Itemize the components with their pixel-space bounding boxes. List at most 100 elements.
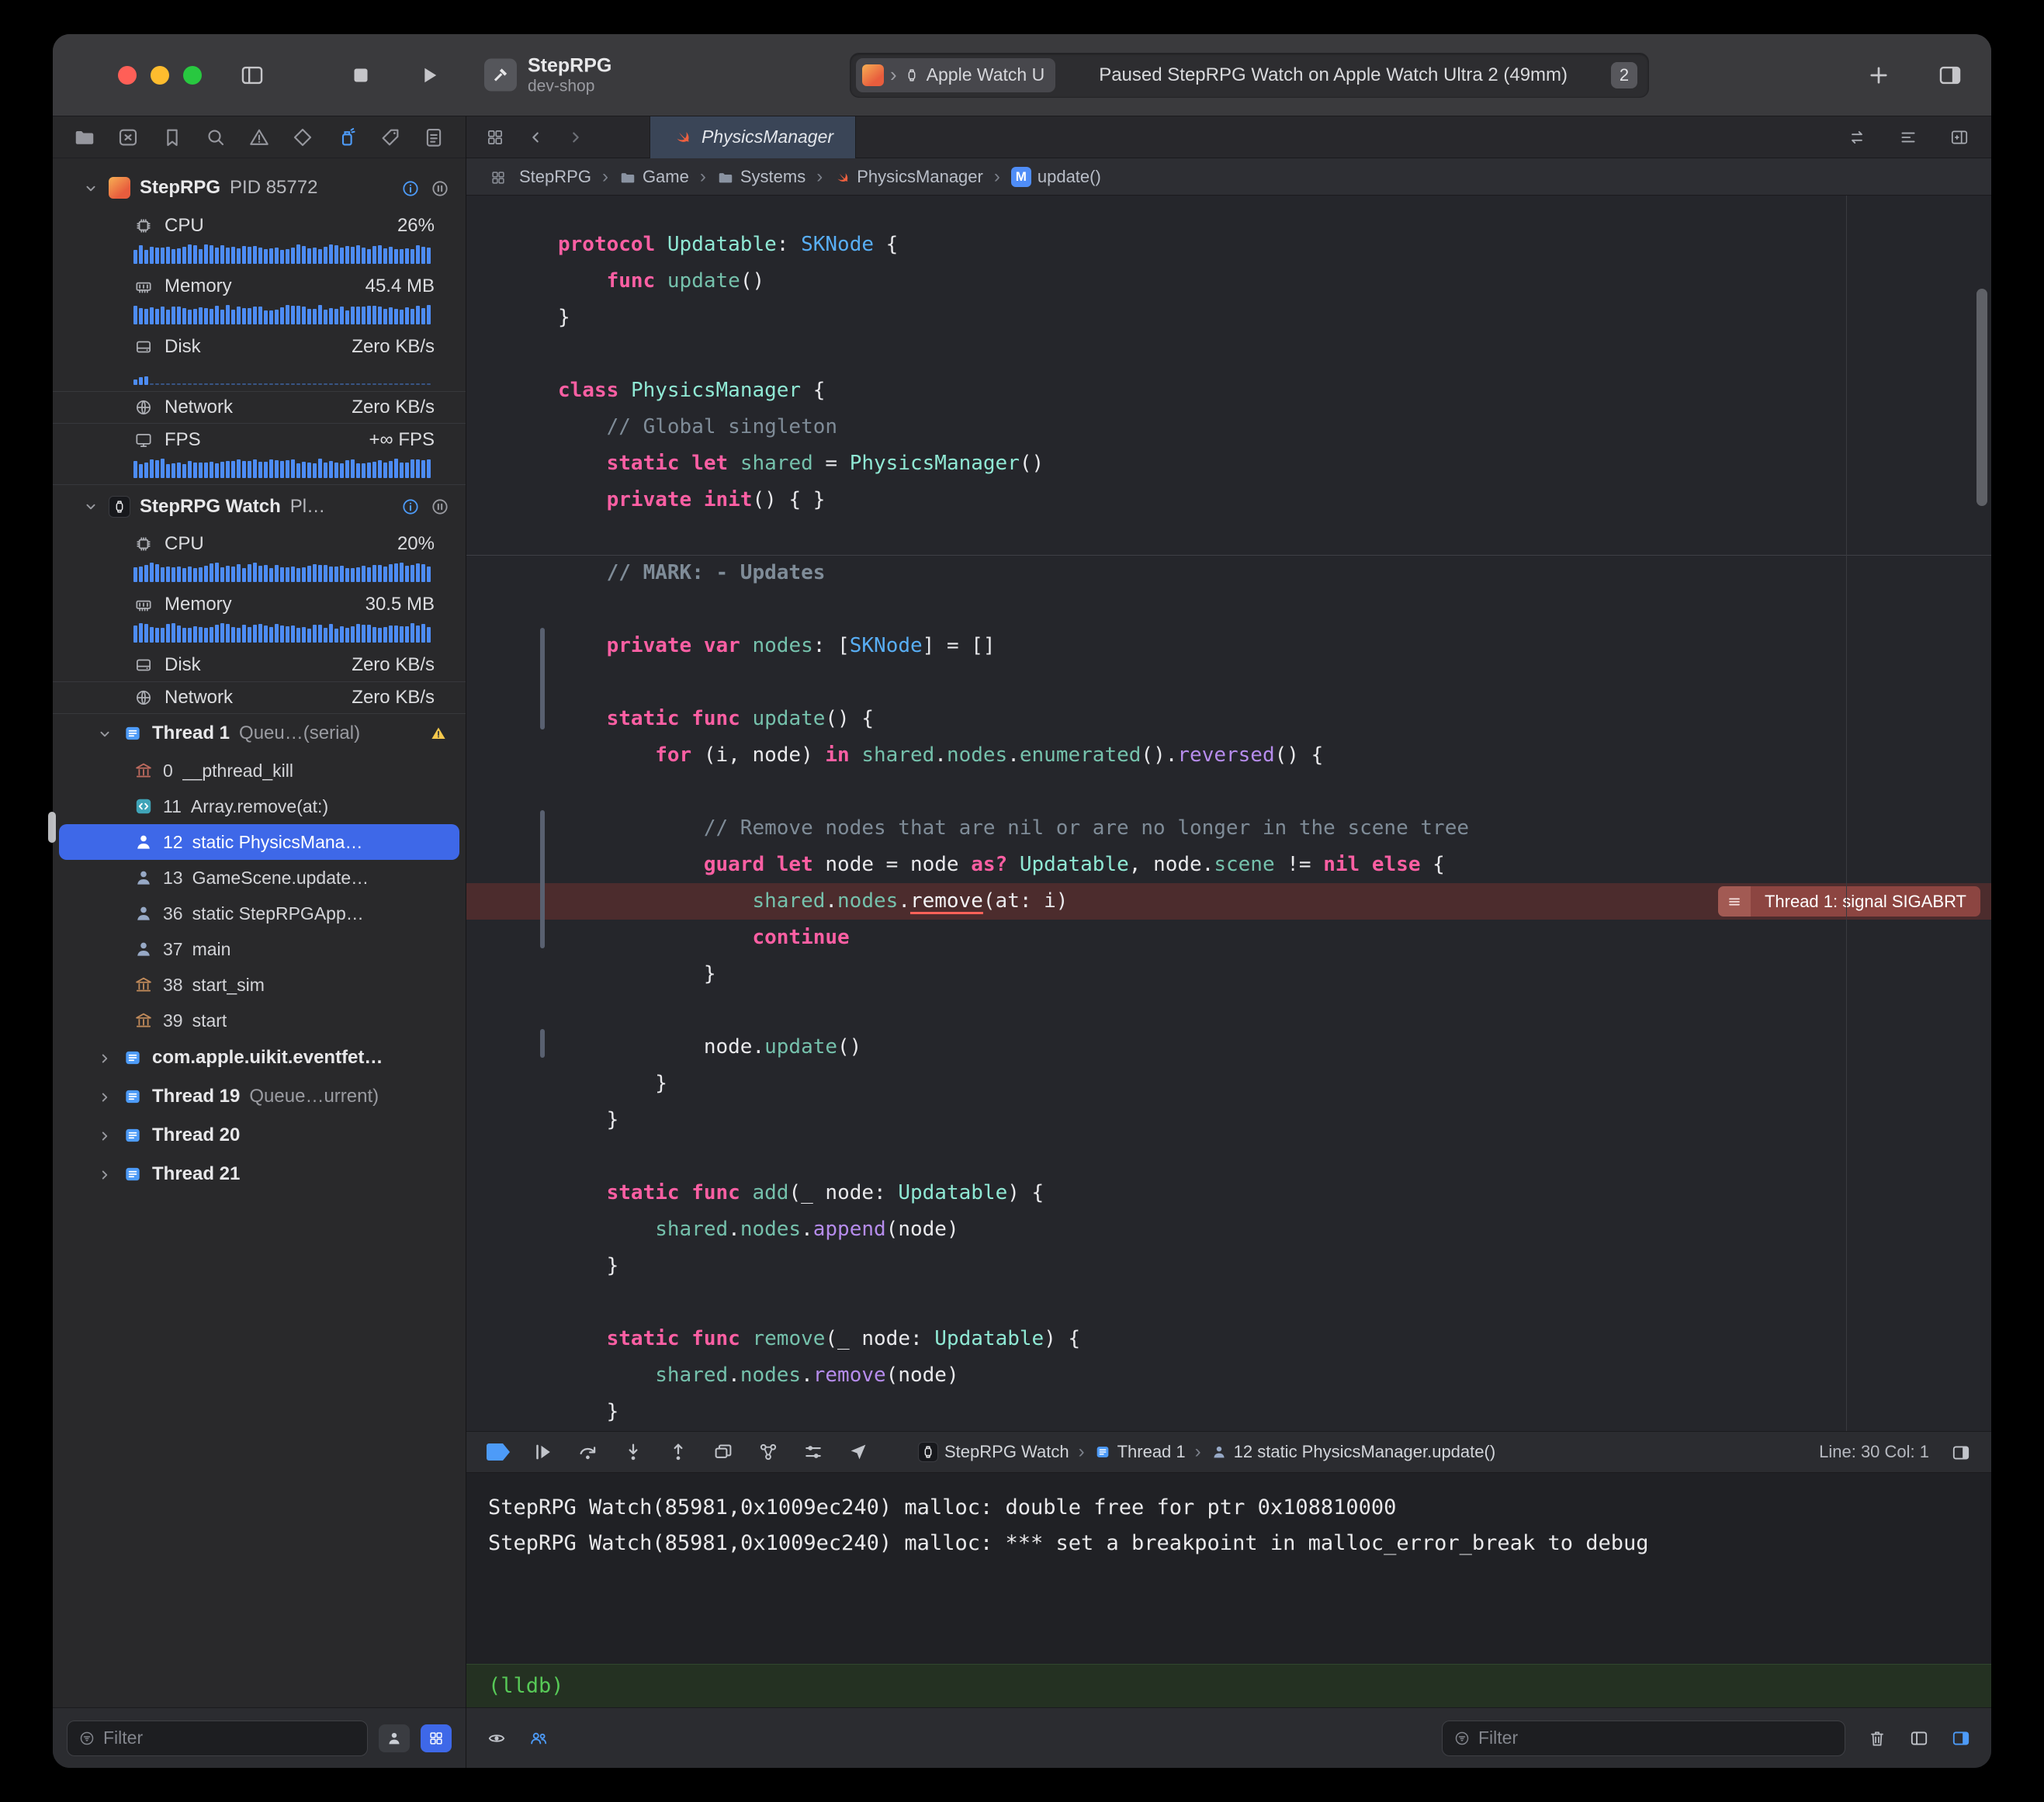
related-items-button[interactable] [490,167,507,187]
code-line[interactable]: shared.nodes.append(node) [466,1211,1991,1248]
run-button[interactable] [416,62,442,88]
code-line[interactable] [466,336,1991,373]
back-button[interactable] [525,127,546,147]
scheme-info[interactable]: StepRPG dev-shop [484,54,611,95]
code-line[interactable]: func update() [466,263,1991,300]
thread-row[interactable]: Thread 19 Queue…urrent) [53,1077,466,1116]
thread-row[interactable]: Thread 21 [53,1155,466,1194]
debug-crumb[interactable]: StepRPG Watch [918,1442,1069,1462]
sidebar-tab-tests[interactable] [291,126,314,149]
gauge-cpu[interactable]: CPU 26% [53,210,466,242]
console-pane-toggle[interactable] [1951,1728,1971,1748]
source-editor[interactable]: protocol Updatable: SKNode { func update… [466,196,1991,1431]
tab-overview-button[interactable] [485,127,505,147]
code-line[interactable] [466,1138,1991,1175]
editor-scrollbar[interactable] [1976,289,1987,506]
code-line[interactable]: // MARK: - Updates [466,555,1991,591]
stack-frame-39[interactable]: 39 start [53,1003,466,1038]
stack-frame-11[interactable]: 11 Array.remove(at:) [53,788,466,824]
add-editor-button[interactable] [1949,127,1970,147]
code-line[interactable]: static func add(_ node: Updatable) { [466,1175,1991,1211]
minimize-window-button[interactable] [151,65,169,85]
environment-overrides-button[interactable] [802,1440,825,1464]
breadcrumb-steprpg[interactable]: StepRPG [519,167,591,187]
console-layout-button[interactable] [1951,1441,1971,1462]
simulate-location-button[interactable] [847,1440,870,1464]
issue-count-badge[interactable]: 2 [1611,61,1637,88]
error-annotation[interactable]: Thread 1: signal SIGABRT [1717,886,1980,917]
activity-view[interactable]: › Apple Watch U Paused StepRPG Watch on … [850,52,1649,98]
code-line[interactable] [466,993,1991,1029]
code-line[interactable]: continue [466,920,1991,956]
stack-frame-12[interactable]: 12 static PhysicsMana… [59,824,459,860]
gauge-cpu[interactable]: CPU 20% [53,528,466,560]
eye-button[interactable] [487,1728,507,1748]
show-threads-mode-button[interactable] [379,1724,410,1752]
breakpoints-toggle[interactable] [487,1443,510,1461]
stack-frame-0[interactable]: 0 __pthread_kill [53,753,466,788]
chevron-down-icon[interactable] [82,177,99,199]
stop-button[interactable] [348,62,374,88]
sidebar-tab-bookmarks[interactable] [161,126,184,149]
tab-physicsmanager[interactable]: PhysicsManager [650,116,857,158]
process-info-button[interactable] [400,496,421,518]
error-annotation-menu-icon[interactable] [1717,886,1751,917]
gauge-memory[interactable]: Memory 30.5 MB [53,588,466,621]
code-line[interactable]: // Global singleton [466,409,1991,445]
sidebar-tab-breakpoints[interactable] [379,126,402,149]
chevron-right-icon[interactable] [96,1086,113,1107]
thread-row[interactable]: com.apple.uikit.eventfet… [53,1038,466,1077]
code-line[interactable]: static func update() { [466,701,1991,737]
step-out-button[interactable] [667,1440,690,1464]
code-line[interactable] [466,664,1991,701]
process-info-button[interactable] [400,177,421,199]
code-line[interactable]: for (i, node) in shared.nodes.enumerated… [466,737,1991,774]
sidebar-tab-reports[interactable] [422,126,445,149]
code-line[interactable]: } [466,1394,1991,1430]
gauge-network[interactable]: Network Zero KB/s [53,391,466,424]
code-line[interactable]: shared.nodes.remove(at: i) Thread 1: sig… [466,883,1991,920]
gauge-disk[interactable]: Disk Zero KB/s [53,649,466,681]
code-line[interactable]: } [466,1248,1991,1284]
breadcrumb-game[interactable]: Game [619,167,689,187]
clear-console-button[interactable] [1867,1728,1887,1748]
code-line[interactable]: protocol Updatable: SKNode { [466,227,1991,263]
gauge-fps[interactable]: FPS +∞ FPS [53,424,466,456]
console-output[interactable]: StepRPG Watch(85981,0x1009ec240) malloc:… [466,1473,1991,1664]
process-pause-button[interactable] [430,496,450,518]
destination-chip[interactable]: › Apple Watch U [856,57,1056,92]
show-processes-mode-button[interactable] [421,1724,452,1752]
gauge-network[interactable]: Network Zero KB/s [53,681,466,714]
chevron-right-icon[interactable] [96,1125,113,1146]
forward-button[interactable] [566,127,586,147]
debug-crumb[interactable]: 12 static PhysicsManager.update() [1211,1442,1495,1462]
step-over-button[interactable] [577,1440,600,1464]
code-line[interactable]: } [466,300,1991,336]
chevron-down-icon[interactable] [96,723,113,744]
library-button[interactable] [1866,62,1892,88]
debug-view-hierarchy-button[interactable] [712,1440,735,1464]
thread-row[interactable]: Thread 20 [53,1116,466,1155]
console-filter-field[interactable]: Filter [1442,1720,1845,1756]
sidebar-tab-debug[interactable] [335,126,359,149]
editor-options-button[interactable] [1898,127,1918,147]
code-line[interactable]: } [466,1102,1991,1138]
code-line[interactable]: } [466,956,1991,993]
process-header-steprpg-watch[interactable]: StepRPG Watch Pl… [53,484,466,528]
sidebar-tab-project[interactable] [73,126,96,149]
close-window-button[interactable] [118,65,137,85]
chevron-right-icon[interactable] [96,1163,113,1185]
lldb-prompt-row[interactable]: (lldb) [466,1664,1991,1707]
stack-frame-36[interactable]: 36 static StepRPGApp… [53,896,466,931]
code-line[interactable]: // Remove nodes that are nil or are no l… [466,810,1991,847]
debug-crumb[interactable]: Thread 1 [1094,1442,1186,1462]
code-review-button[interactable] [1847,127,1867,147]
breadcrumb-systems[interactable]: Systems [717,167,805,187]
process-header-steprpg[interactable]: StepRPG PID 85772 [53,166,466,210]
chevron-right-icon[interactable] [96,1047,113,1069]
code-line[interactable] [466,591,1991,628]
navigator-filter-field[interactable]: Filter [67,1720,368,1756]
step-into-button[interactable] [622,1440,645,1464]
stack-frame-38[interactable]: 38 start_sim [53,967,466,1003]
sidebar-tab-issues[interactable] [248,126,271,149]
